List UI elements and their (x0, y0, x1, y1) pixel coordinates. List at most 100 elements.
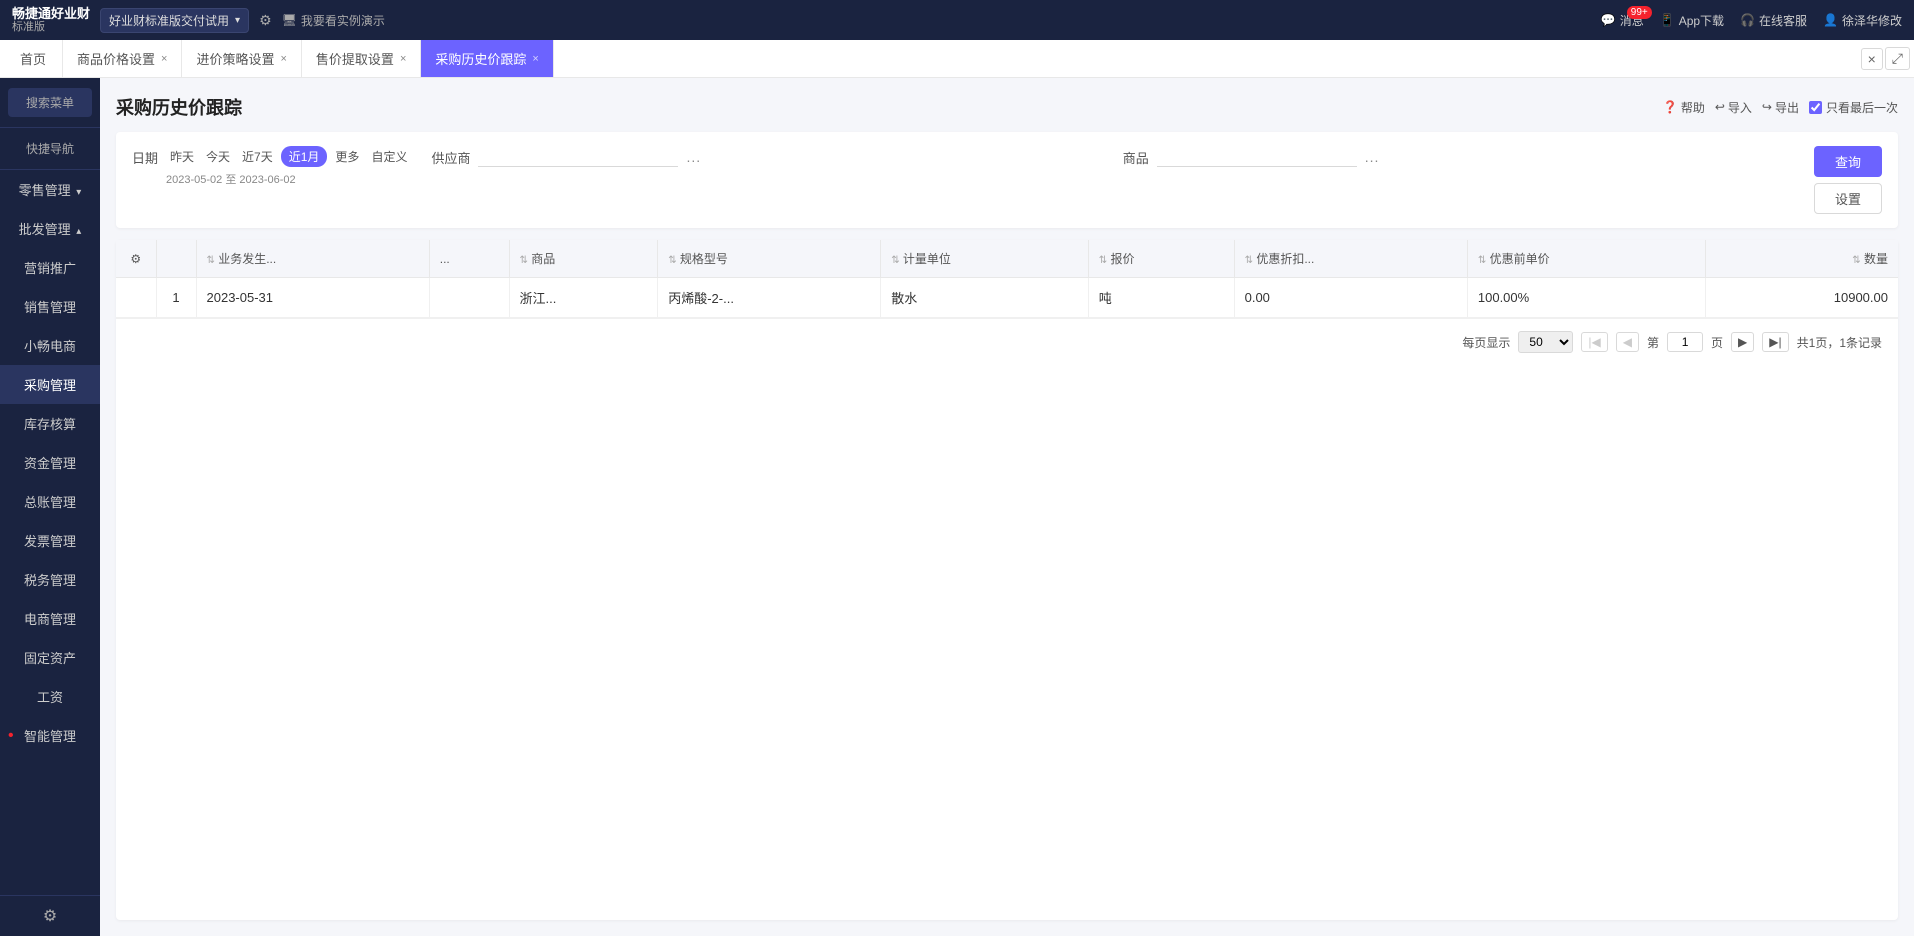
sidebar-item-finance[interactable]: 资金管理 (0, 443, 100, 482)
content-area: 采购历史价跟踪 ❓ 帮助 ↩ 导入 ↪ 导出 只看最后一次 (100, 78, 1914, 936)
sidebar-item-sales[interactable]: 销售管理 (0, 287, 100, 326)
chevron-up-icon: ▴ (76, 226, 81, 237)
sort-icon[interactable]: ⇅ (207, 255, 215, 266)
app-download-button[interactable]: 📱 App下载 (1660, 12, 1724, 29)
date-btn-yesterday[interactable]: 昨天 (166, 146, 198, 167)
page-title: 采购历史价跟踪 (116, 94, 242, 120)
filter-actions: 查询 设置 (1814, 146, 1882, 214)
tab-sale-price-extract[interactable]: 售价提取设置 × (302, 40, 421, 77)
close-icon[interactable]: × (280, 53, 286, 65)
view-last-checkbox[interactable]: 只看最后一次 (1809, 99, 1898, 116)
date-btn-custom[interactable]: 自定义 (367, 146, 411, 167)
sort-icon[interactable]: ⇅ (1245, 255, 1253, 266)
column-settings-icon[interactable]: ⚙ (130, 252, 141, 266)
date-btn-today[interactable]: 今天 (202, 146, 234, 167)
col-price[interactable]: ⇅ 报价 (1088, 240, 1234, 278)
tab-home[interactable]: 首页 (4, 40, 63, 77)
col-discount[interactable]: ⇅ 优惠折扣... (1234, 240, 1467, 278)
version-selector[interactable]: 好业财标准版交付试用 ▾ (100, 8, 249, 33)
sidebar-item-ecommerce[interactable]: 电商管理 (0, 599, 100, 638)
logo-area: 畅捷通好业财 标准版 (12, 6, 90, 35)
sidebar-item-marketing[interactable]: 营销推广 (0, 248, 100, 287)
phone-icon: 📱 (1660, 13, 1675, 27)
tab-product-price[interactable]: 商品价格设置 × (63, 40, 182, 77)
sidebar-item-retail[interactable]: 零售管理 ▾ (0, 170, 100, 209)
tab-purchase-strategy[interactable]: 进价策略设置 × (182, 40, 301, 77)
expand-tab-button[interactable]: ⤢ (1885, 47, 1910, 70)
first-page-button[interactable]: |◀ (1581, 332, 1607, 352)
demo-link[interactable]: 🖥 我要看实例演示 (282, 12, 385, 29)
date-btn-7days[interactable]: 近7天 (238, 146, 277, 167)
col-unit[interactable]: ⇅ 计量单位 (881, 240, 1089, 278)
user-info[interactable]: 👤 徐泽华修改 (1823, 12, 1902, 29)
supplier-input[interactable] (478, 147, 678, 167)
col-price-before-discount[interactable]: ⇅ 优惠前单价 (1467, 240, 1705, 278)
sidebar-item-inventory[interactable]: 库存核算 (0, 404, 100, 443)
query-button[interactable]: 查询 (1814, 146, 1882, 177)
per-page-select[interactable]: 50 100 200 (1518, 331, 1573, 353)
search-menu-button[interactable]: 搜索菜单 (8, 88, 92, 117)
version-selector-label: 好业财标准版交付试用 (109, 12, 229, 29)
col-spec-model[interactable]: ⇅ 规格型号 (658, 240, 881, 278)
close-tab-button[interactable]: × (1861, 48, 1883, 70)
cell-more (429, 278, 509, 318)
last-page-button[interactable]: ▶| (1762, 332, 1788, 352)
cell-discount: 100.00% (1467, 278, 1705, 318)
export-button[interactable]: ↪ 导出 (1762, 99, 1799, 116)
product-more-icon[interactable]: ... (1365, 149, 1380, 165)
settings-icon[interactable]: ⚙ (259, 12, 272, 29)
product-filter-group: 商品 ... (1123, 146, 1794, 167)
sidebar-item-payroll[interactable]: 工资 (0, 677, 100, 716)
sidebar-gear-icon[interactable]: ⚙ (43, 908, 57, 925)
close-icon[interactable]: × (532, 53, 538, 65)
sort-icon[interactable]: ⇅ (520, 255, 528, 266)
cell-biz-date: 2023-05-31 (196, 278, 429, 318)
product-input[interactable] (1157, 147, 1357, 167)
tab-bar: 首页 商品价格设置 × 进价策略设置 × 售价提取设置 × 采购历史价跟踪 × … (0, 40, 1914, 78)
sidebar-search-area: 搜索菜单 (0, 78, 100, 128)
tab-bar-controls: × ⤢ (1861, 47, 1914, 70)
sidebar-item-ecommerce-small[interactable]: 小畅电商 (0, 326, 100, 365)
tab-purchase-history[interactable]: 采购历史价跟踪 × (421, 40, 553, 77)
sort-icon[interactable]: ⇅ (1852, 255, 1860, 266)
sidebar-bottom: ⚙ (0, 895, 100, 936)
close-icon[interactable]: × (400, 53, 406, 65)
sidebar-item-wholesale[interactable]: 批发管理 ▴ (0, 209, 100, 248)
sidebar-item-purchase[interactable]: 采购管理 (0, 365, 100, 404)
sidebar-item-intelligent[interactable]: 智能管理 (0, 716, 100, 755)
next-page-button[interactable]: ▶ (1731, 332, 1754, 352)
view-last-input[interactable] (1809, 101, 1822, 114)
help-button[interactable]: ❓ 帮助 (1663, 99, 1705, 116)
sidebar-item-tax[interactable]: 税务管理 (0, 560, 100, 599)
total-info: 共1页，1条记录 (1797, 334, 1882, 351)
chevron-down-icon: ▾ (235, 15, 240, 26)
col-more[interactable]: ... (429, 240, 509, 278)
import-button[interactable]: ↩ 导入 (1715, 99, 1752, 116)
supplier-more-icon[interactable]: ... (686, 149, 701, 165)
app-name: 畅捷通好业财 (12, 6, 90, 22)
table-header-row: ⚙ ⇅ 业务发生... ... ⇅ 商品 ⇅ (116, 240, 1898, 278)
prev-page-button[interactable]: ◀ (1616, 332, 1639, 352)
page-number-input[interactable] (1667, 332, 1703, 352)
date-btn-more[interactable]: 更多 (331, 146, 363, 167)
col-product[interactable]: ⇅ 商品 (509, 240, 658, 278)
col-biz-date[interactable]: ⇅ 业务发生... (196, 240, 429, 278)
sort-icon[interactable]: ⇅ (668, 255, 676, 266)
sidebar-item-fixed-assets[interactable]: 固定资产 (0, 638, 100, 677)
col-quantity[interactable]: ⇅ 数量 (1706, 240, 1898, 278)
page-label-prefix: 第 (1647, 334, 1659, 351)
online-service-button[interactable]: 🎧 在线客服 (1740, 12, 1807, 29)
sort-icon[interactable]: ⇅ (891, 255, 899, 266)
quick-nav-button[interactable]: 快捷导航 (0, 134, 100, 163)
filter-settings-button[interactable]: 设置 (1814, 183, 1882, 214)
close-icon[interactable]: × (161, 53, 167, 65)
date-btn-1month[interactable]: 近1月 (281, 146, 328, 167)
per-page-label: 每页显示 (1462, 334, 1510, 351)
sort-icon[interactable]: ⇅ (1478, 255, 1486, 266)
sidebar-item-ledger[interactable]: 总账管理 (0, 482, 100, 521)
top-bar-left: 畅捷通好业财 标准版 好业财标准版交付试用 ▾ ⚙ 🖥 我要看实例演示 (12, 6, 385, 35)
message-button[interactable]: 💬 消息 99+ (1601, 12, 1644, 29)
sidebar-item-invoice[interactable]: 发票管理 (0, 521, 100, 560)
table-row: 1 2023-05-31 浙江... 丙烯酸-2-... 散水 吨 0.00 1… (116, 278, 1898, 318)
sort-icon[interactable]: ⇅ (1099, 255, 1107, 266)
